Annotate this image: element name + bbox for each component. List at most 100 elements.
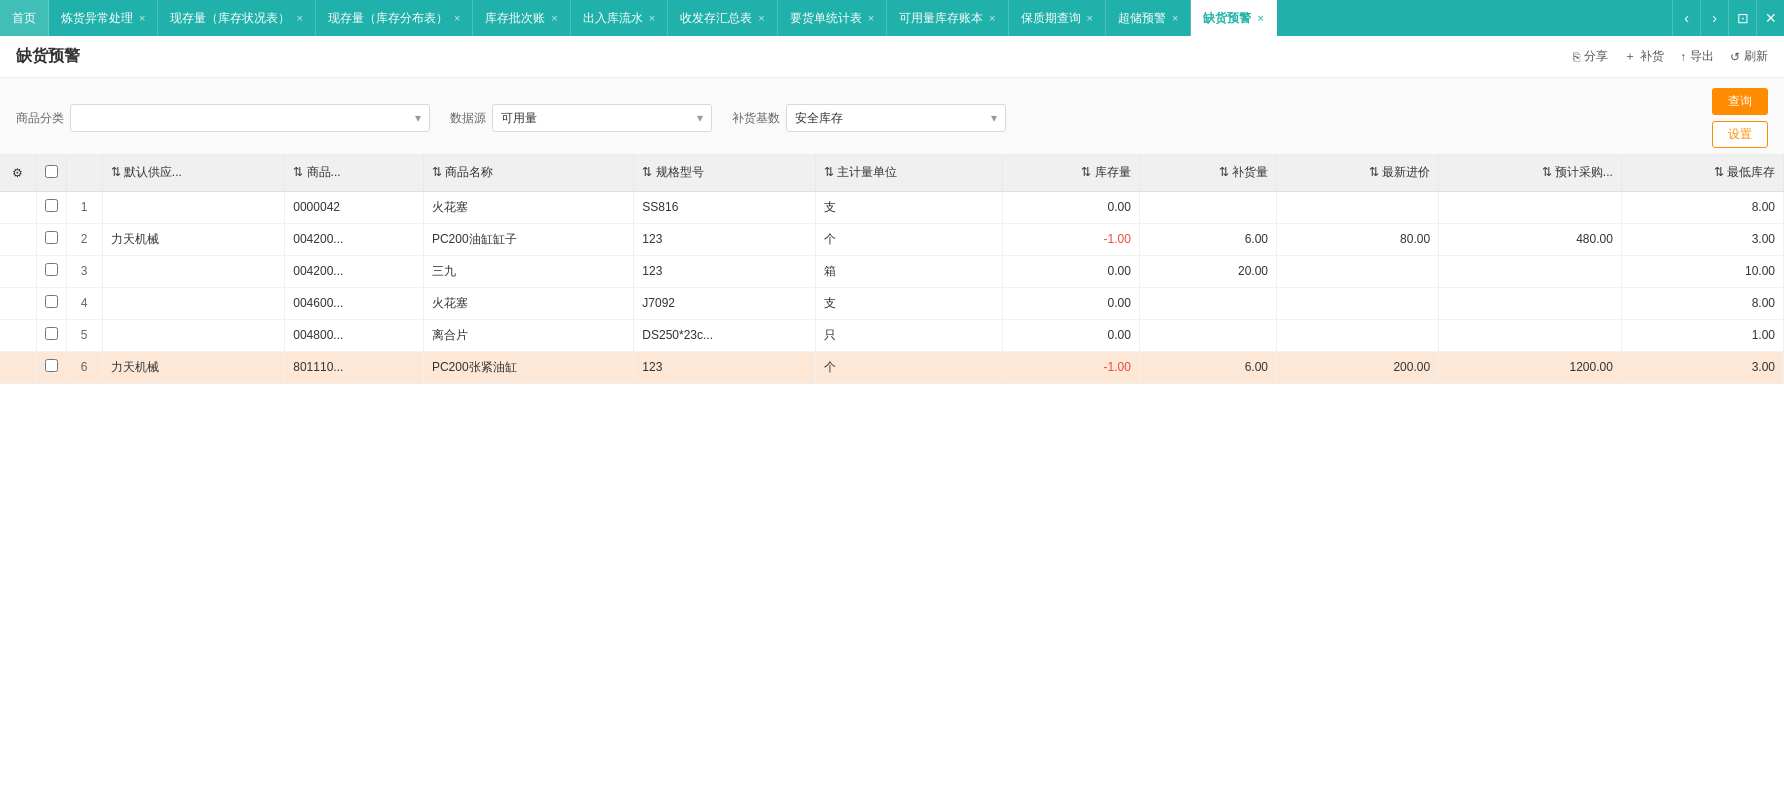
table-header-row: ⚙ ⇅ 默认供应... ⇅ 商品... ⇅ xyxy=(0,155,1784,191)
tab-recv-summary[interactable]: 收发存汇总表 × xyxy=(668,0,777,36)
row-spec: 123 xyxy=(634,223,815,255)
tab-available-ledger[interactable]: 可用量库存账本 × xyxy=(887,0,1008,36)
row-spec: SS816 xyxy=(634,191,815,223)
row-checkbox-2[interactable] xyxy=(45,263,58,276)
tab-overstock[interactable]: 超储预警 × xyxy=(1106,0,1191,36)
close-tab-shortage[interactable]: × xyxy=(1257,12,1263,24)
table-row: 6 力天机械 801110... PC200张紧油缸 123 个 -1.00 6… xyxy=(0,351,1784,383)
tab-nav-buttons: ‹ › ⊡ ✕ xyxy=(1672,0,1784,36)
row-est-purchase: 1200.00 xyxy=(1439,351,1622,383)
row-checkbox-cell[interactable] xyxy=(36,287,66,319)
header-actions: ⎘ 分享 ＋ 补货 ↑ 导出 ↺ 刷新 xyxy=(1573,48,1768,65)
tab-inventory-dist[interactable]: 现存量（库存分布表） × xyxy=(316,0,473,36)
row-unit: 只 xyxy=(815,319,1002,351)
tab-next-button[interactable]: › xyxy=(1700,0,1728,36)
close-tab-expiry[interactable]: × xyxy=(1087,12,1093,24)
gear-icon: ⚙ xyxy=(12,166,23,180)
page-header: 缺货预警 ⎘ 分享 ＋ 补货 ↑ 导出 ↺ 刷新 xyxy=(0,36,1784,78)
sort-min-stock-icon: ⇅ xyxy=(1714,165,1724,179)
column-supplier[interactable]: ⇅ 默认供应... xyxy=(102,155,285,191)
main-content: 缺货预警 ⎘ 分享 ＋ 补货 ↑ 导出 ↺ 刷新 商品分类 xyxy=(0,36,1784,796)
tab-shortage[interactable]: 缺货预警 × xyxy=(1191,0,1276,36)
tab-abnormal[interactable]: 炼货异常处理 × xyxy=(49,0,158,36)
tab-close-button[interactable]: ✕ xyxy=(1756,0,1784,36)
tab-expiry[interactable]: 保质期查询 × xyxy=(1009,0,1106,36)
supplement-base-value: 安全库存 xyxy=(795,110,843,127)
category-select[interactable]: ▾ xyxy=(70,104,430,132)
share-button[interactable]: ⎘ 分享 xyxy=(1573,48,1608,65)
row-min-stock: 8.00 xyxy=(1621,287,1783,319)
refresh-icon: ↺ xyxy=(1730,50,1740,64)
row-supplement: 20.00 xyxy=(1139,255,1276,287)
column-product-code[interactable]: ⇅ 商品... xyxy=(285,155,424,191)
tab-batch[interactable]: 库存批次账 × xyxy=(473,0,570,36)
select-all-checkbox[interactable] xyxy=(45,165,58,178)
close-tab-inventory-status[interactable]: × xyxy=(296,12,302,24)
refresh-button[interactable]: ↺ 刷新 xyxy=(1730,48,1768,65)
row-est-purchase xyxy=(1439,319,1622,351)
row-supplier: 力天机械 xyxy=(102,223,285,255)
column-supplement[interactable]: ⇅ 补货量 xyxy=(1139,155,1276,191)
row-checkbox-4[interactable] xyxy=(45,327,58,340)
close-tab-recv-summary[interactable]: × xyxy=(758,12,764,24)
sort-supplement-icon: ⇅ xyxy=(1219,165,1229,179)
row-spec: DS250*23c... xyxy=(634,319,815,351)
tab-inout-flow[interactable]: 出入库流水 × xyxy=(571,0,668,36)
sort-unit-icon: ⇅ xyxy=(824,165,834,179)
tab-order-stats[interactable]: 要货单统计表 × xyxy=(778,0,887,36)
table-row: 3 004200... 三九 123 箱 0.00 20.00 10.00 xyxy=(0,255,1784,287)
row-unit: 支 xyxy=(815,191,1002,223)
column-est-purchase[interactable]: ⇅ 预计采购... xyxy=(1439,155,1622,191)
tab-prev-button[interactable]: ‹ xyxy=(1672,0,1700,36)
supplement-button[interactable]: ＋ 补货 xyxy=(1624,48,1664,65)
close-tab-abnormal[interactable]: × xyxy=(139,12,145,24)
close-tab-inout-flow[interactable]: × xyxy=(649,12,655,24)
export-icon: ↑ xyxy=(1680,50,1686,64)
row-unit: 箱 xyxy=(815,255,1002,287)
column-min-stock[interactable]: ⇅ 最低库存 xyxy=(1621,155,1783,191)
close-tab-batch[interactable]: × xyxy=(551,12,557,24)
row-supplement: 6.00 xyxy=(1139,223,1276,255)
close-tab-order-stats[interactable]: × xyxy=(868,12,874,24)
row-checkbox-3[interactable] xyxy=(45,295,58,308)
export-button[interactable]: ↑ 导出 xyxy=(1680,48,1714,65)
row-supplement xyxy=(1139,287,1276,319)
row-est-purchase xyxy=(1439,191,1622,223)
tab-restore-button[interactable]: ⊡ xyxy=(1728,0,1756,36)
row-supplement xyxy=(1139,191,1276,223)
supplement-base-arrow-icon: ▾ xyxy=(991,111,997,125)
row-checkbox-cell[interactable] xyxy=(36,319,66,351)
row-number: 1 xyxy=(66,191,102,223)
column-settings[interactable]: ⚙ xyxy=(0,155,36,191)
data-source-filter-group: 数据源 可用量 ▾ xyxy=(450,104,712,132)
column-latest-price[interactable]: ⇅ 最新进价 xyxy=(1277,155,1439,191)
supplement-base-select[interactable]: 安全库存 ▾ xyxy=(786,104,1006,132)
tab-inventory-status[interactable]: 现存量（库存状况表） × xyxy=(158,0,315,36)
table-body: 1 0000042 火花塞 SS816 支 0.00 8.00 2 力天机械 0… xyxy=(0,191,1784,383)
column-product-name[interactable]: ⇅ 商品名称 xyxy=(423,155,633,191)
row-product-code: 004200... xyxy=(285,223,424,255)
tab-home[interactable]: 首页 xyxy=(0,0,49,36)
row-checkbox-0[interactable] xyxy=(45,199,58,212)
column-stock[interactable]: ⇅ 库存量 xyxy=(1002,155,1139,191)
close-tab-available-ledger[interactable]: × xyxy=(989,12,995,24)
row-checkbox-cell[interactable] xyxy=(36,255,66,287)
sort-latest-price-icon: ⇅ xyxy=(1369,165,1379,179)
row-checkbox-cell[interactable] xyxy=(36,351,66,383)
supplement-icon: ＋ xyxy=(1624,48,1636,65)
row-product-name: PC200油缸缸子 xyxy=(423,223,633,255)
close-tab-inventory-dist[interactable]: × xyxy=(454,12,460,24)
row-checkbox-cell[interactable] xyxy=(36,223,66,255)
row-checkbox-5[interactable] xyxy=(45,359,58,372)
row-checkbox-cell[interactable] xyxy=(36,191,66,223)
query-button[interactable]: 查询 xyxy=(1712,88,1768,115)
data-source-select[interactable]: 可用量 ▾ xyxy=(492,104,712,132)
row-supplier xyxy=(102,191,285,223)
category-filter-group: 商品分类 ▾ xyxy=(16,104,430,132)
column-unit[interactable]: ⇅ 主计量单位 xyxy=(815,155,1002,191)
settings-button[interactable]: 设置 xyxy=(1712,121,1768,148)
row-checkbox-1[interactable] xyxy=(45,231,58,244)
row-number: 6 xyxy=(66,351,102,383)
column-spec[interactable]: ⇅ 规格型号 xyxy=(634,155,815,191)
close-tab-overstock[interactable]: × xyxy=(1172,12,1178,24)
